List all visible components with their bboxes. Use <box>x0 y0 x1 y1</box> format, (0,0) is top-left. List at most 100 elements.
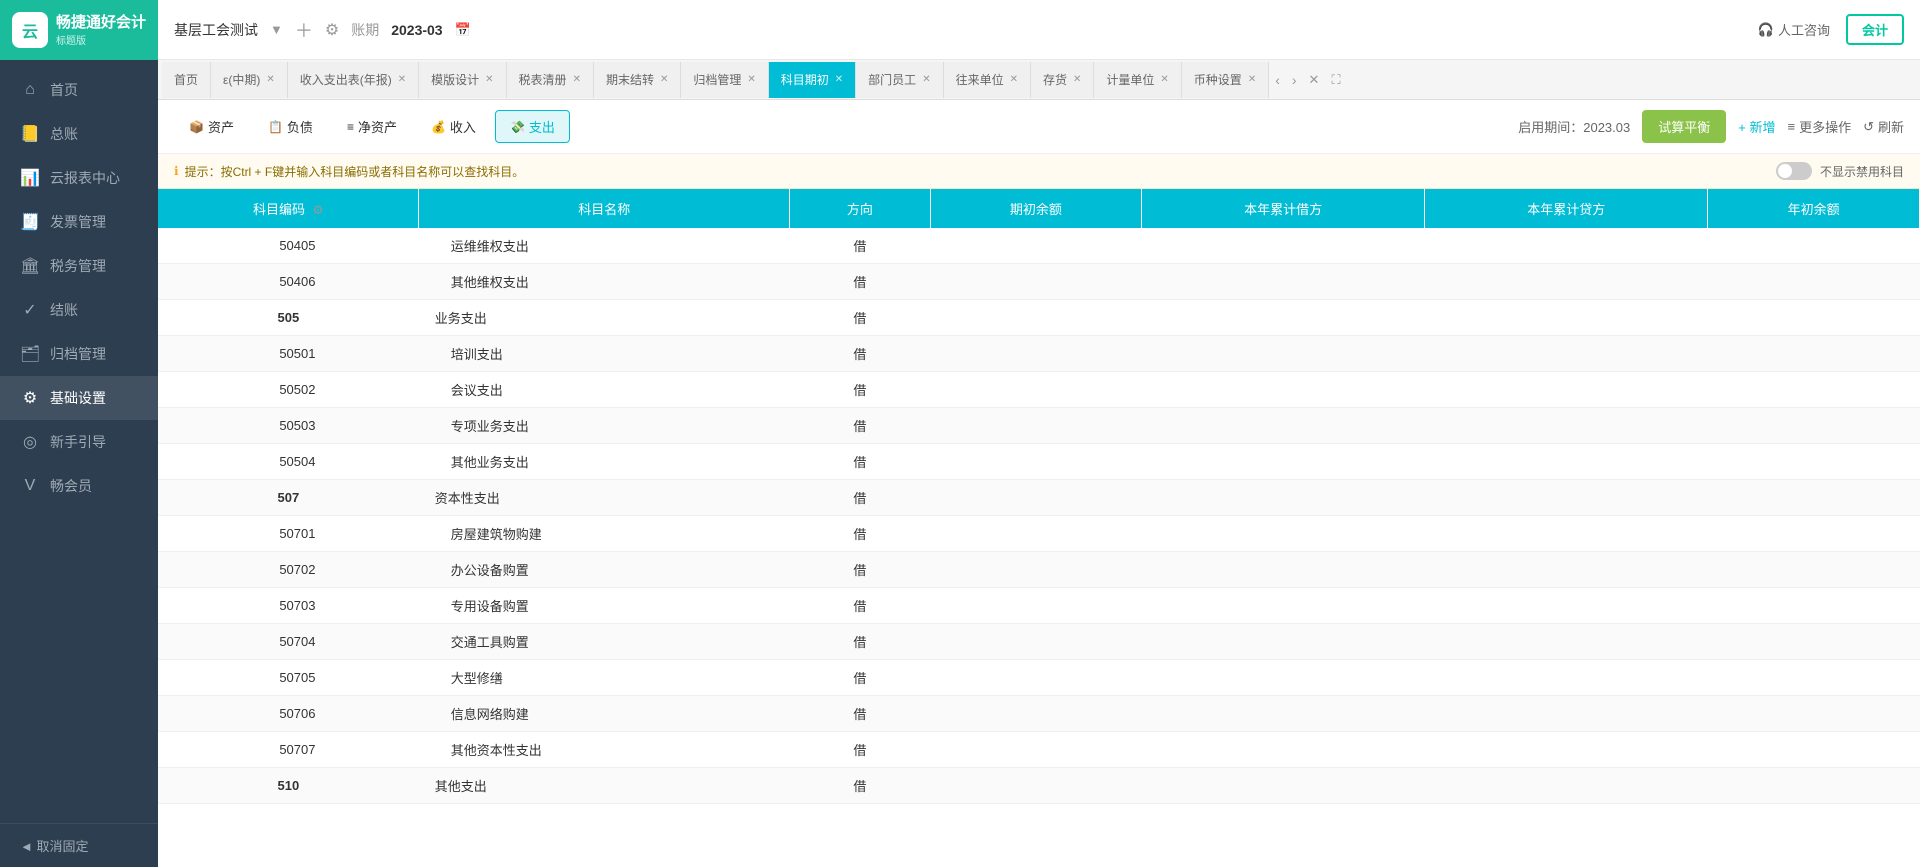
sidebar-item-invoice[interactable]: 🧾发票管理 <box>0 200 158 244</box>
filter-tab-liability[interactable]: 📋负债 <box>253 110 328 143</box>
cell-opening-1 <box>930 264 1142 300</box>
table-row[interactable]: 50702 办公设备购置 借 <box>158 552 1920 588</box>
filter-tab-expense[interactable]: 💸支出 <box>495 110 570 143</box>
cell-direction-12: 借 <box>790 660 930 696</box>
tab-close-3[interactable]: ✕ <box>485 74 493 85</box>
tab-maximize-btn[interactable]: ⛶ <box>1325 72 1346 88</box>
cell-year-opening-2 <box>1708 300 1920 336</box>
calc-balance-btn[interactable]: 试算平衡 <box>1642 110 1726 143</box>
tab-5[interactable]: 期末结转✕ <box>594 62 681 98</box>
col-code: 科目编码 ⚙ <box>158 189 419 228</box>
table-row[interactable]: 50504 其他业务支出 借 <box>158 444 1920 480</box>
add-btn[interactable]: + 新增 <box>1738 117 1775 136</box>
tab-close-all-btn[interactable]: ✕ <box>1303 72 1326 88</box>
add-workspace-btn[interactable]: ＋ <box>295 17 313 43</box>
hint-toggle[interactable]: 不显示禁用科目 <box>1776 162 1904 180</box>
cell-ytd-debit-11 <box>1142 624 1425 660</box>
col-direction: 方向 <box>790 189 930 228</box>
workspace-arrow[interactable]: ▼ <box>270 22 283 37</box>
vip-icon: V <box>20 477 40 495</box>
tab-10[interactable]: 存货✕ <box>1031 62 1094 98</box>
tab-11[interactable]: 计量单位✕ <box>1094 62 1181 98</box>
sidebar-item-archive[interactable]: 🗂归档管理 <box>0 332 158 376</box>
sidebar-item-tax[interactable]: 🏛税务管理 <box>0 244 158 288</box>
table-row[interactable]: 50502 会议支出 借 <box>158 372 1920 408</box>
table-row[interactable]: 50701 房屋建筑物购建 借 <box>158 516 1920 552</box>
tab-close-8[interactable]: ✕ <box>922 74 930 85</box>
refresh-btn[interactable]: ↺ 刷新 <box>1863 117 1904 136</box>
tab-2[interactable]: 收入支出表(年报)✕ <box>288 62 419 98</box>
table-row[interactable]: 50503 专项业务支出 借 <box>158 408 1920 444</box>
app-logo: 云 畅捷通好会计 标题版 <box>0 0 158 60</box>
cell-year-opening-5 <box>1708 408 1920 444</box>
filter-tab-income[interactable]: 💰收入 <box>416 110 491 143</box>
sidebar-item-ledger[interactable]: 📒总账 <box>0 112 158 156</box>
filter-tab-net_asset[interactable]: ≡净资产 <box>332 110 412 143</box>
tab-9[interactable]: 往来单位✕ <box>944 62 1031 98</box>
more-icon: ≡ <box>1787 119 1795 134</box>
sidebar-item-guide[interactable]: ◎新手引导 <box>0 420 158 464</box>
home-icon: ⌂ <box>20 81 40 99</box>
table-row[interactable]: 50706 信息网络购建 借 <box>158 696 1920 732</box>
table-row[interactable]: 510 其他支出 借 <box>158 768 1920 804</box>
tab-close-1[interactable]: ✕ <box>266 74 274 85</box>
tab-label-1: ε(中期) <box>223 71 260 88</box>
tab-close-9[interactable]: ✕ <box>1010 74 1018 85</box>
table-row[interactable]: 505 业务支出 借 <box>158 300 1920 336</box>
tab-12[interactable]: 币种设置✕ <box>1182 62 1269 98</box>
tab-0[interactable]: 首页 <box>162 62 211 98</box>
table-row[interactable]: 50703 专用设备购置 借 <box>158 588 1920 624</box>
tab-6[interactable]: 归档管理✕ <box>681 62 768 98</box>
cell-ytd-credit-11 <box>1425 624 1708 660</box>
table-row[interactable]: 50707 其他资本性支出 借 <box>158 732 1920 768</box>
table-row[interactable]: 50405 运维维权支出 借 <box>158 228 1920 264</box>
cell-code-10: 50703 <box>158 588 419 624</box>
sidebar-item-reports[interactable]: 📊云报表中心 <box>0 156 158 200</box>
more-ops-btn[interactable]: ≡ 更多操作 <box>1787 117 1851 136</box>
col-settings-icon[interactable]: ⚙ <box>313 203 324 217</box>
tab-scroll-left[interactable]: ‹ <box>1269 72 1286 88</box>
table-row[interactable]: 507 资本性支出 借 <box>158 480 1920 516</box>
sidebar-item-vip[interactable]: V畅会员 <box>0 464 158 508</box>
checkout-icon: ✓ <box>20 300 40 320</box>
tab-close-10[interactable]: ✕ <box>1073 74 1081 85</box>
cell-year-opening-9 <box>1708 552 1920 588</box>
table-header: 科目编码 ⚙ 科目名称 方向 期初余额 本年累计借方 本年累计贷方 年初余额 <box>158 189 1920 228</box>
tab-7[interactable]: 科目期初✕ <box>769 62 856 98</box>
tab-close-5[interactable]: ✕ <box>660 74 668 85</box>
table-row[interactable]: 50704 交通工具购置 借 <box>158 624 1920 660</box>
sidebar-item-home[interactable]: ⌂首页 <box>0 68 158 112</box>
settings-icon[interactable]: ⚙ <box>325 20 339 40</box>
help-btn[interactable]: 🎧 人工咨询 <box>1758 20 1830 39</box>
cell-opening-5 <box>930 408 1142 444</box>
tab-3[interactable]: 模版设计✕ <box>419 62 506 98</box>
sidebar-collapse-btn[interactable]: ◄ 取消固定 <box>0 823 158 867</box>
sidebar-item-checkout[interactable]: ✓结账 <box>0 288 158 332</box>
cell-code-6: 50504 <box>158 444 419 480</box>
tab-close-4[interactable]: ✕ <box>573 74 581 85</box>
disable-toggle[interactable] <box>1776 162 1812 180</box>
sidebar-item-settings[interactable]: ⚙基础设置 <box>0 376 158 420</box>
tab-close-2[interactable]: ✕ <box>398 74 406 85</box>
calendar-icon[interactable]: 📅 <box>455 22 471 38</box>
table-row[interactable]: 50406 其他维权支出 借 <box>158 264 1920 300</box>
filter-tab-asset[interactable]: 📦资产 <box>174 110 249 143</box>
tab-4[interactable]: 税表清册✕ <box>507 62 594 98</box>
tab-close-7[interactable]: ✕ <box>835 74 843 85</box>
tab-1[interactable]: ε(中期) ✕ <box>211 62 288 98</box>
cell-direction-15: 借 <box>790 768 930 804</box>
tab-scroll-right[interactable]: › <box>1286 72 1303 88</box>
table-row[interactable]: 50501 培训支出 借 <box>158 336 1920 372</box>
cell-opening-6 <box>930 444 1142 480</box>
cell-ytd-credit-15 <box>1425 768 1708 804</box>
cell-opening-8 <box>930 516 1142 552</box>
user-role-btn[interactable]: 会计 <box>1846 14 1904 45</box>
tab-close-11[interactable]: ✕ <box>1160 74 1168 85</box>
cell-name-4: 会议支出 <box>419 372 790 408</box>
tab-8[interactable]: 部门员工✕ <box>856 62 943 98</box>
tab-close-12[interactable]: ✕ <box>1248 74 1256 85</box>
topbar-right: 🎧 人工咨询 会计 <box>1758 14 1904 45</box>
tab-close-6[interactable]: ✕ <box>747 74 755 85</box>
table-row[interactable]: 50705 大型修缮 借 <box>158 660 1920 696</box>
cell-ytd-credit-5 <box>1425 408 1708 444</box>
